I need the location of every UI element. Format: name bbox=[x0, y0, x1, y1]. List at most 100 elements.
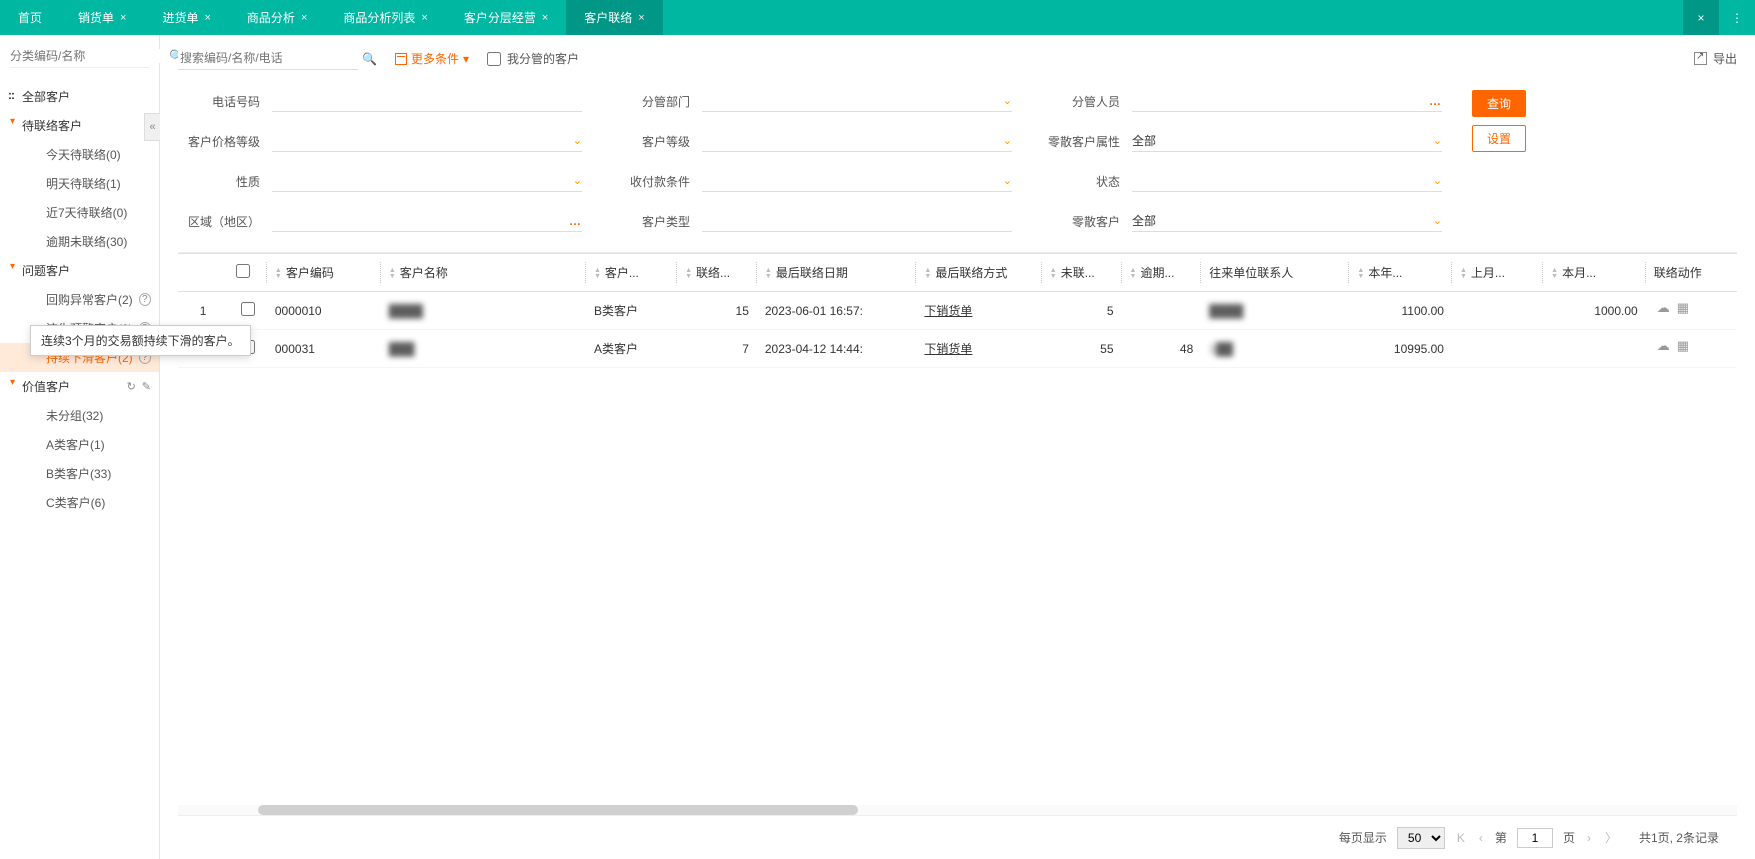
col-name[interactable]: ▲▼客户名称 bbox=[381, 254, 586, 292]
sort-icon[interactable]: ▲▼ bbox=[924, 268, 931, 280]
customer-name[interactable]: ████ bbox=[381, 292, 586, 330]
table-row[interactable]: 2 000031 ███ A类客户 7 2023-04-12 14:44: 下销… bbox=[178, 330, 1737, 368]
tab-sale[interactable]: 销货单× bbox=[60, 0, 144, 35]
col-year[interactable]: ▲▼本年... bbox=[1349, 254, 1452, 292]
sort-icon[interactable]: ▲▼ bbox=[1357, 268, 1364, 280]
col-thism[interactable]: ▲▼本月... bbox=[1543, 254, 1646, 292]
col-over[interactable]: ▲▼逾期... bbox=[1122, 254, 1202, 292]
tree-item[interactable]: 逾期未联络(30) bbox=[0, 227, 159, 256]
tree-item[interactable]: C类客户(6) bbox=[0, 488, 159, 517]
ellipsis-icon[interactable]: … bbox=[569, 214, 582, 228]
tab-contact[interactable]: 客户联络× bbox=[566, 0, 662, 35]
close-icon[interactable]: × bbox=[638, 12, 644, 24]
ellipsis-icon[interactable]: … bbox=[1429, 94, 1442, 108]
tab-purchase[interactable]: 进货单× bbox=[144, 0, 228, 35]
close-icon[interactable]: × bbox=[301, 12, 307, 24]
filter-custlevel[interactable]: ⌄ bbox=[702, 130, 1012, 152]
tab-analysis[interactable]: 商品分析× bbox=[229, 0, 325, 35]
edit-icon[interactable]: ✎ bbox=[142, 380, 151, 393]
close-icon[interactable]: × bbox=[204, 12, 210, 24]
sort-icon[interactable]: ▲▼ bbox=[765, 268, 772, 280]
settings-button[interactable]: 设置 bbox=[1472, 125, 1526, 152]
filter-panel: 电话号码 分管部门 ⌄ 分管人员 … 查询 设置 客户价格等级 ⌄ 客户等级 ⌄… bbox=[178, 84, 1737, 253]
tree-item[interactable]: 近7天待联络(0) bbox=[0, 198, 159, 227]
filter-pricelevel[interactable]: ⌄ bbox=[272, 130, 582, 152]
page-input[interactable] bbox=[1517, 828, 1553, 848]
search-input[interactable] bbox=[178, 47, 358, 70]
sort-icon[interactable]: ▲▼ bbox=[685, 268, 692, 280]
sort-icon[interactable]: ▲▼ bbox=[1551, 268, 1558, 280]
export-button[interactable]: 导出 bbox=[1694, 50, 1737, 67]
filter-person[interactable]: … bbox=[1132, 90, 1442, 112]
wechat-icon[interactable] bbox=[1657, 302, 1671, 316]
select-all[interactable] bbox=[236, 264, 250, 278]
col-code[interactable]: ▲▼客户编码 bbox=[267, 254, 381, 292]
close-icon[interactable]: × bbox=[542, 12, 548, 24]
close-all-icon[interactable]: × bbox=[1683, 0, 1719, 35]
export-icon bbox=[1694, 52, 1707, 65]
col-un[interactable]: ▲▼未联... bbox=[1042, 254, 1122, 292]
tree-item[interactable]: A类客户(1) bbox=[0, 430, 159, 459]
method-link[interactable]: 下销货单 bbox=[924, 342, 972, 356]
filter-custtype[interactable] bbox=[702, 210, 1012, 232]
filter-retail[interactable]: 全部⌄ bbox=[1132, 210, 1442, 232]
tab-home[interactable]: 首页 bbox=[0, 0, 60, 35]
mine-checkbox[interactable]: 我分管的客户 bbox=[487, 50, 579, 67]
page-size-select[interactable]: 50 bbox=[1397, 827, 1445, 849]
sort-icon[interactable]: ▲▼ bbox=[389, 268, 396, 280]
tree-item[interactable]: 今天待联络(0) bbox=[0, 140, 159, 169]
more-tabs-icon[interactable]: ⋮ bbox=[1719, 0, 1755, 35]
filter-retailattr[interactable]: 全部⌄ bbox=[1132, 130, 1442, 152]
sort-icon[interactable]: ▲▼ bbox=[1460, 268, 1467, 280]
help-icon[interactable]: ? bbox=[139, 293, 151, 306]
filter-label: 客户类型 bbox=[612, 213, 702, 230]
col-method[interactable]: ▲▼最后联络方式 bbox=[916, 254, 1041, 292]
more-filters[interactable]: 更多条件 ▾ bbox=[395, 50, 469, 67]
tree-group-pending[interactable]: 待联络客户 bbox=[0, 111, 159, 140]
next-page-icon[interactable]: › bbox=[1585, 831, 1593, 845]
filter-dept[interactable]: ⌄ bbox=[702, 90, 1012, 112]
chevron-down-icon: ⌄ bbox=[1433, 214, 1442, 227]
table-row[interactable]: 1 0000010 ████ B类客户 15 2023-06-01 16:57:… bbox=[178, 292, 1737, 330]
row-checkbox[interactable] bbox=[241, 302, 255, 316]
sort-icon[interactable]: ▲▼ bbox=[275, 268, 282, 280]
col-lastm[interactable]: ▲▼上月... bbox=[1452, 254, 1543, 292]
customer-name[interactable]: ███ bbox=[381, 330, 586, 368]
close-icon[interactable]: × bbox=[120, 12, 126, 24]
sort-icon[interactable]: ▲▼ bbox=[594, 268, 601, 280]
tree-item[interactable]: B类客户(33) bbox=[0, 459, 159, 488]
first-page-icon[interactable]: K bbox=[1455, 831, 1467, 845]
filter-nature[interactable]: ⌄ bbox=[272, 170, 582, 192]
tree-group-problem[interactable]: 问题客户 bbox=[0, 256, 159, 285]
close-icon[interactable]: × bbox=[421, 12, 427, 24]
h-scrollbar[interactable] bbox=[178, 805, 1737, 815]
tree-all-customers[interactable]: 全部客户 bbox=[0, 82, 159, 111]
method-link[interactable]: 下销货单 bbox=[924, 304, 972, 318]
col-lastdate[interactable]: ▲▼最后联络日期 bbox=[757, 254, 917, 292]
col-level[interactable]: ▲▼客户... bbox=[586, 254, 677, 292]
query-button[interactable]: 查询 bbox=[1472, 90, 1526, 117]
tree-item[interactable]: 明天待联络(1) bbox=[0, 169, 159, 198]
tree-item[interactable]: 未分组(32) bbox=[0, 401, 159, 430]
wechat-icon[interactable] bbox=[1657, 340, 1671, 354]
sort-icon[interactable]: ▲▼ bbox=[1130, 268, 1137, 280]
last-page-icon[interactable]: 〉 bbox=[1603, 829, 1619, 846]
qr-icon[interactable] bbox=[1677, 302, 1691, 316]
refresh-icon[interactable]: ↻ bbox=[127, 380, 136, 393]
filter-status[interactable]: ⌄ bbox=[1132, 170, 1442, 192]
col-contact[interactable]: ▲▼联络... bbox=[677, 254, 757, 292]
tab-segment[interactable]: 客户分层经营× bbox=[446, 0, 566, 35]
tree-item[interactable]: 回购异常客户(2)? bbox=[0, 285, 159, 314]
search-icon[interactable]: 🔍 bbox=[362, 52, 377, 66]
filter-region[interactable]: … bbox=[272, 210, 582, 232]
sidebar-search-input[interactable] bbox=[10, 49, 165, 63]
tab-analysis-list[interactable]: 商品分析列表× bbox=[325, 0, 445, 35]
col-person[interactable]: 往来单位联系人 bbox=[1201, 254, 1349, 292]
qr-icon[interactable] bbox=[1677, 340, 1691, 354]
tree-group-value[interactable]: 价值客户↻✎ bbox=[0, 372, 159, 401]
filter-phone[interactable] bbox=[272, 90, 582, 112]
filter-payterm[interactable]: ⌄ bbox=[702, 170, 1012, 192]
prev-page-icon[interactable]: ‹ bbox=[1477, 831, 1485, 845]
sidebar: 🔍 « 全部客户 待联络客户 今天待联络(0) 明天待联络(1) 近7天待联络(… bbox=[0, 35, 160, 859]
sort-icon[interactable]: ▲▼ bbox=[1050, 268, 1057, 280]
